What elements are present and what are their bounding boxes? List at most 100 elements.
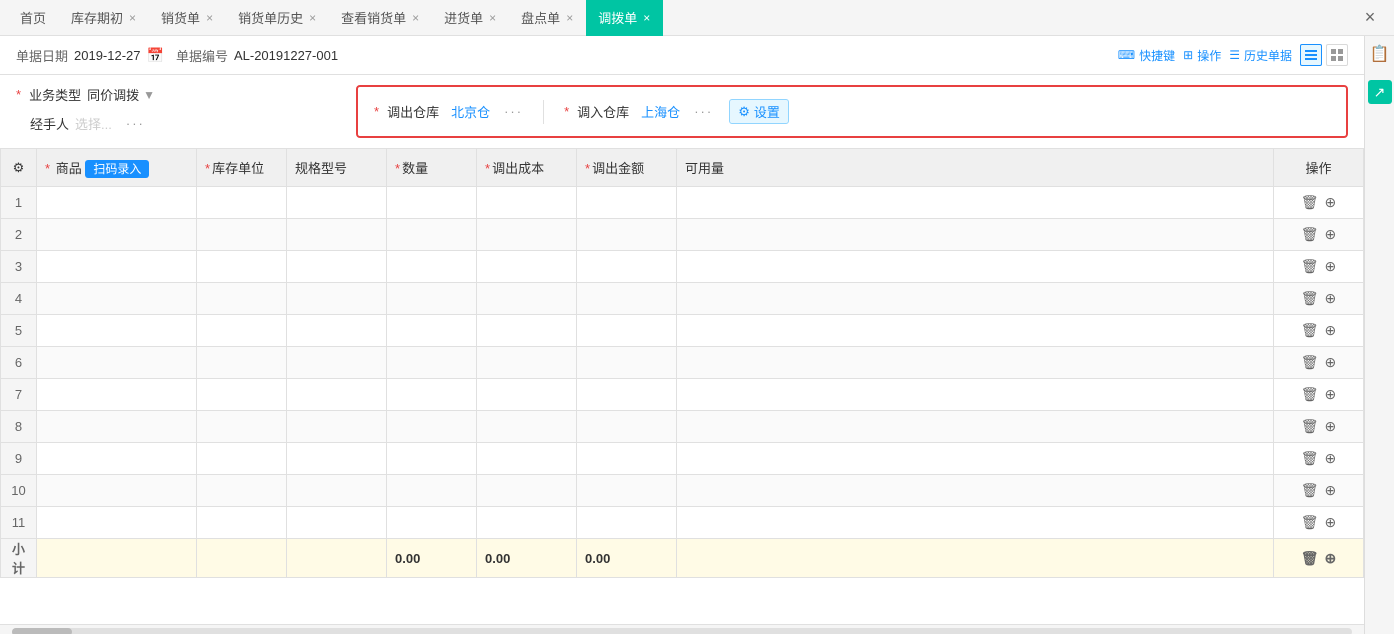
cell-unit[interactable] bbox=[197, 251, 287, 283]
cell-amount[interactable] bbox=[577, 347, 677, 379]
handler-more-icon[interactable]: ··· bbox=[126, 116, 145, 131]
cell-unit[interactable] bbox=[197, 315, 287, 347]
cell-cost[interactable] bbox=[477, 219, 577, 251]
cell-goods[interactable] bbox=[37, 251, 197, 283]
cell-amount[interactable] bbox=[577, 443, 677, 475]
cell-amount[interactable] bbox=[577, 283, 677, 315]
cell-amount[interactable] bbox=[577, 475, 677, 507]
cell-amount[interactable] bbox=[577, 507, 677, 539]
cell-spec[interactable] bbox=[287, 475, 387, 507]
cell-spec[interactable] bbox=[287, 347, 387, 379]
cell-amount[interactable] bbox=[577, 187, 677, 219]
business-type-dropdown[interactable]: 同价调拨 ▼ bbox=[87, 85, 155, 104]
delete-row-icon[interactable]: 🗑 bbox=[1301, 194, 1319, 211]
tab-close-stocktaking[interactable]: × bbox=[566, 11, 573, 25]
cell-cost[interactable] bbox=[477, 507, 577, 539]
cell-spec[interactable] bbox=[287, 411, 387, 443]
cell-cost[interactable] bbox=[477, 443, 577, 475]
settings-col-icon[interactable]: ⚙ bbox=[13, 160, 25, 175]
cell-cost[interactable] bbox=[477, 251, 577, 283]
cell-spec[interactable] bbox=[287, 283, 387, 315]
cell-qty[interactable] bbox=[387, 219, 477, 251]
history-button[interactable]: ☰ 历史单据 bbox=[1229, 47, 1292, 64]
cell-goods[interactable] bbox=[37, 379, 197, 411]
warehouse-out-value[interactable]: 北京仓 bbox=[451, 102, 490, 121]
tab-close-view-sales[interactable]: × bbox=[412, 11, 419, 25]
cell-spec[interactable] bbox=[287, 251, 387, 283]
cell-spec[interactable] bbox=[287, 315, 387, 347]
cell-qty[interactable] bbox=[387, 283, 477, 315]
copy-row-icon[interactable]: ⊕ bbox=[1325, 322, 1337, 339]
cell-qty[interactable] bbox=[387, 443, 477, 475]
copy-row-icon[interactable]: ⊕ bbox=[1325, 482, 1337, 499]
side-note-icon[interactable]: 📋 bbox=[1370, 44, 1390, 64]
delete-row-icon[interactable]: 🗑 bbox=[1301, 418, 1319, 435]
cell-cost[interactable] bbox=[477, 379, 577, 411]
shortcut-button[interactable]: ⌨ 快捷键 bbox=[1118, 47, 1175, 64]
cell-qty[interactable] bbox=[387, 411, 477, 443]
subtotal-copy-icon[interactable]: ⊕ bbox=[1325, 550, 1337, 567]
delete-row-icon[interactable]: 🗑 bbox=[1301, 290, 1319, 307]
cell-goods[interactable] bbox=[37, 315, 197, 347]
cell-cost[interactable] bbox=[477, 411, 577, 443]
delete-row-icon[interactable]: 🗑 bbox=[1301, 482, 1319, 499]
cell-unit[interactable] bbox=[197, 347, 287, 379]
delete-row-icon[interactable]: 🗑 bbox=[1301, 386, 1319, 403]
warehouse-in-more-icon[interactable]: ··· bbox=[694, 104, 713, 119]
cell-cost[interactable] bbox=[477, 475, 577, 507]
cell-qty[interactable] bbox=[387, 379, 477, 411]
delete-row-icon[interactable]: 🗑 bbox=[1301, 322, 1319, 339]
tab-close-inventory-init[interactable]: × bbox=[129, 11, 136, 25]
cell-unit[interactable] bbox=[197, 475, 287, 507]
cell-qty[interactable] bbox=[387, 251, 477, 283]
cell-cost[interactable] bbox=[477, 315, 577, 347]
copy-row-icon[interactable]: ⊕ bbox=[1325, 194, 1337, 211]
cell-goods[interactable] bbox=[37, 443, 197, 475]
copy-row-icon[interactable]: ⊕ bbox=[1325, 354, 1337, 371]
cell-goods[interactable] bbox=[37, 219, 197, 251]
subtotal-delete-icon[interactable]: 🗑 bbox=[1301, 550, 1319, 567]
grid-view-button[interactable] bbox=[1326, 44, 1348, 66]
cell-unit[interactable] bbox=[197, 219, 287, 251]
tab-sales-history[interactable]: 销货单历史 × bbox=[226, 0, 329, 36]
copy-row-icon[interactable]: ⊕ bbox=[1325, 514, 1337, 531]
cell-unit[interactable] bbox=[197, 283, 287, 315]
operation-button[interactable]: ⊞ 操作 bbox=[1183, 47, 1221, 64]
cell-goods[interactable] bbox=[37, 187, 197, 219]
delete-row-icon[interactable]: 🗑 bbox=[1301, 514, 1319, 531]
table-scroll-area[interactable]: ⚙ 商品 扫码录入 库存单位 规格型号 数量 调出成本 调出金额 bbox=[0, 148, 1364, 624]
warehouse-in-value[interactable]: 上海仓 bbox=[641, 102, 680, 121]
tab-close-sales-history[interactable]: × bbox=[309, 11, 316, 25]
cell-qty[interactable] bbox=[387, 475, 477, 507]
cell-amount[interactable] bbox=[577, 379, 677, 411]
tab-home[interactable]: 首页 bbox=[8, 0, 59, 36]
list-view-button[interactable] bbox=[1300, 44, 1322, 66]
cell-amount[interactable] bbox=[577, 411, 677, 443]
tab-close-sales-order[interactable]: × bbox=[206, 11, 213, 25]
cell-unit[interactable] bbox=[197, 443, 287, 475]
calendar-icon[interactable]: 📅 bbox=[147, 47, 164, 64]
cell-goods[interactable] bbox=[37, 283, 197, 315]
tab-sales-order[interactable]: 销货单 × bbox=[149, 0, 226, 36]
cell-goods[interactable] bbox=[37, 411, 197, 443]
cell-goods[interactable] bbox=[37, 347, 197, 379]
copy-row-icon[interactable]: ⊕ bbox=[1325, 226, 1337, 243]
cell-goods[interactable] bbox=[37, 507, 197, 539]
tab-inventory-init[interactable]: 库存期初 × bbox=[59, 0, 149, 36]
cell-goods[interactable] bbox=[37, 475, 197, 507]
cell-spec[interactable] bbox=[287, 379, 387, 411]
copy-row-icon[interactable]: ⊕ bbox=[1325, 258, 1337, 275]
tab-stocktaking[interactable]: 盘点单 × bbox=[509, 0, 586, 36]
delete-row-icon[interactable]: 🗑 bbox=[1301, 354, 1319, 371]
cell-unit[interactable] bbox=[197, 507, 287, 539]
tab-close-transfer[interactable]: × bbox=[643, 11, 650, 25]
delete-row-icon[interactable]: 🗑 bbox=[1301, 258, 1319, 275]
tab-purchase[interactable]: 进货单 × bbox=[432, 0, 509, 36]
delete-row-icon[interactable]: 🗑 bbox=[1301, 450, 1319, 467]
cell-cost[interactable] bbox=[477, 347, 577, 379]
delete-row-icon[interactable]: 🗑 bbox=[1301, 226, 1319, 243]
cell-amount[interactable] bbox=[577, 219, 677, 251]
cell-qty[interactable] bbox=[387, 187, 477, 219]
tab-close-purchase[interactable]: × bbox=[489, 11, 496, 25]
cell-qty[interactable] bbox=[387, 315, 477, 347]
